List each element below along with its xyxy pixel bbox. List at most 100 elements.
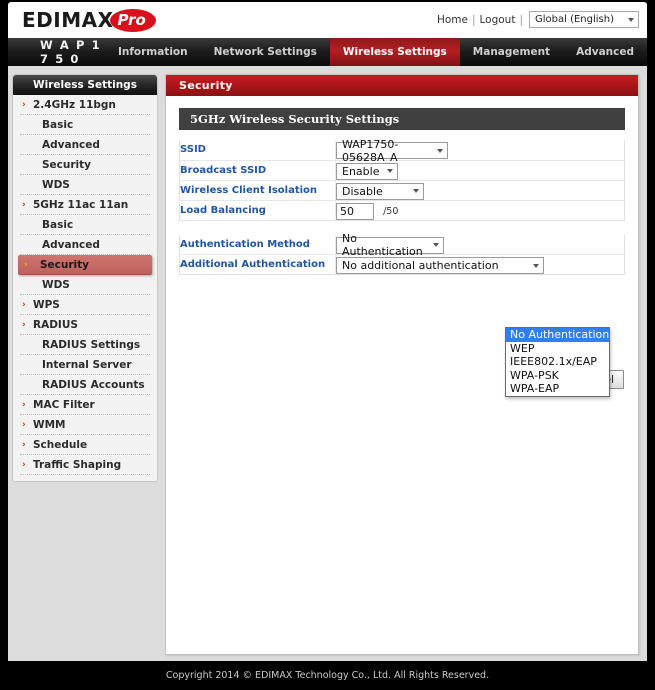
sidebar-item-label: 5GHz 11ac 11an	[33, 198, 129, 211]
logout-link[interactable]: Logout	[476, 14, 520, 26]
header-links: Home | Logout | Global (English)	[433, 11, 639, 28]
table-row: SSID WAP1750-05628A_A	[179, 138, 625, 164]
sidebar-item-label: RADIUS Accounts	[42, 378, 145, 391]
sidebar-item-label: Security	[40, 258, 90, 271]
sidebar-item-schedule[interactable]: › Schedule	[20, 435, 150, 455]
sidebar-item-24ghz-wds[interactable]: WDS	[20, 175, 150, 195]
sidebar-item-5ghz-11ac-11an[interactable]: › 5GHz 11ac 11an	[20, 195, 150, 215]
pro-badge-label: Pro	[117, 10, 146, 29]
home-link[interactable]: Home	[433, 14, 472, 26]
sidebar-item-wps[interactable]: › WPS	[20, 295, 150, 315]
chevron-down-icon	[628, 17, 634, 22]
app-window: EDIMAX Pro Home | Logout | Global (Engli…	[0, 0, 655, 690]
sidebar-item-traffic-shaping[interactable]: › Traffic Shaping	[20, 455, 150, 475]
additional-authentication-label: Additional Authentication	[179, 254, 336, 275]
sidebar-item-5ghz-wds[interactable]: WDS	[20, 275, 150, 295]
wireless-settings-table: SSID WAP1750-05628A_A Broadcast SSID Ena…	[179, 138, 625, 221]
wireless-client-isolation-select[interactable]: Disable	[336, 182, 424, 200]
broadcast-ssid-select-value: Enable	[342, 164, 380, 178]
sidebar-item-wmm[interactable]: › WMM	[20, 415, 150, 435]
language-select-value: Global (English)	[535, 14, 614, 25]
dropdown-option-wpa-psk[interactable]: WPA-PSK	[506, 369, 609, 383]
page-footer: Copyright 2014 © EDIMAX Technology Co., …	[0, 661, 655, 690]
link-separator-2: |	[519, 13, 523, 26]
chevron-down-icon	[413, 189, 419, 193]
logo-wordmark: EDIMAX	[22, 8, 114, 32]
pro-badge-icon: Pro	[109, 8, 156, 32]
dropdown-option-no-authentication[interactable]: No Authentication	[506, 328, 609, 342]
sidebar-item-internal-server[interactable]: Internal Server	[20, 355, 150, 375]
wireless-client-isolation-select-value: Disable	[342, 184, 383, 198]
sidebar-item-24ghz-basic[interactable]: Basic	[20, 115, 150, 135]
chevron-right-icon: ›	[22, 299, 26, 310]
ssid-label: SSID	[179, 140, 336, 160]
nav-tab-advanced[interactable]: Advanced	[563, 38, 647, 66]
sidebar-item-radius[interactable]: › RADIUS	[20, 315, 150, 335]
additional-authentication-select[interactable]: No additional authentication	[336, 257, 544, 274]
security-settings-panel: 5GHz Wireless Security Settings SSID WAP…	[179, 108, 625, 275]
ssid-select[interactable]: WAP1750-05628A_A	[336, 138, 448, 164]
sidebar-item-24ghz-11bgn[interactable]: › 2.4GHz 11bgn	[20, 95, 150, 115]
device-model-label: W A P 1 7 5 0	[40, 38, 102, 66]
sidebar: Wireless Settings › 2.4GHz 11bgn Basic A…	[12, 74, 158, 482]
authentication-method-select[interactable]: No Authentication	[336, 232, 444, 258]
sidebar-item-label: Basic	[42, 118, 74, 131]
sidebar-item-label: 2.4GHz 11bgn	[33, 98, 116, 111]
authentication-table: Authentication Method No Authentication …	[179, 232, 625, 275]
nav-tab-information[interactable]: Information	[105, 38, 201, 66]
sidebar-item-5ghz-basic[interactable]: Basic	[20, 215, 150, 235]
sidebar-item-label: Internal Server	[42, 358, 132, 371]
sidebar-title: Wireless Settings	[13, 75, 157, 95]
page-title: Security	[166, 75, 638, 96]
chevron-right-icon: ›	[22, 319, 26, 330]
sidebar-item-mac-filter[interactable]: › MAC Filter	[20, 395, 150, 415]
ssid-select-value: WAP1750-05628A_A	[342, 137, 399, 164]
additional-authentication-select-value: No additional authentication	[342, 259, 499, 272]
dropdown-option-ieee8021x-eap[interactable]: IEEE802.1x/EAP	[506, 355, 609, 369]
load-balancing-max: /50	[383, 205, 399, 217]
page-body: Wireless Settings › 2.4GHz 11bgn Basic A…	[8, 66, 647, 661]
table-row: Authentication Method No Authentication	[179, 232, 625, 258]
authentication-method-dropdown-list[interactable]: No Authentication WEP IEEE802.1x/EAP WPA…	[505, 327, 610, 397]
chevron-right-icon: ›	[22, 439, 26, 450]
nav-tab-wireless-settings[interactable]: Wireless Settings	[329, 38, 460, 66]
sidebar-item-5ghz-advanced[interactable]: Advanced	[20, 235, 150, 255]
edimax-pro-logo: EDIMAX Pro	[22, 8, 156, 32]
chevron-right-icon: ›	[22, 99, 26, 110]
authentication-method-label: Authentication Method	[179, 234, 336, 255]
chevron-right-icon: ›	[24, 259, 28, 270]
dropdown-option-wep[interactable]: WEP	[506, 342, 609, 356]
chevron-down-icon	[433, 243, 439, 248]
broadcast-ssid-select[interactable]: Enable	[336, 162, 398, 180]
sidebar-item-label: WDS	[42, 178, 70, 191]
table-row: Wireless Client Isolation Disable	[179, 180, 625, 200]
wireless-client-isolation-label: Wireless Client Isolation	[179, 180, 336, 200]
table-row: Load Balancing /50	[179, 200, 625, 220]
sidebar-item-label: MAC Filter	[33, 398, 95, 411]
load-balancing-input[interactable]	[336, 202, 374, 220]
sidebar-item-24ghz-security[interactable]: Security	[20, 155, 150, 175]
dropdown-option-wpa-eap[interactable]: WPA-EAP	[506, 382, 609, 396]
sidebar-item-label: WDS	[42, 278, 70, 291]
sidebar-item-label: Traffic Shaping	[33, 458, 122, 471]
sidebar-item-label: Advanced	[42, 238, 100, 251]
main-navigation: W A P 1 7 5 0 Information Network Settin…	[8, 38, 647, 66]
chevron-right-icon: ›	[22, 399, 26, 410]
page-header: EDIMAX Pro Home | Logout | Global (Engli…	[8, 2, 647, 38]
authentication-method-select-value: No Authentication	[342, 232, 423, 259]
sidebar-item-label: Basic	[42, 218, 74, 231]
load-balancing-label: Load Balancing	[179, 200, 336, 220]
language-select[interactable]: Global (English)	[529, 11, 639, 28]
sidebar-item-label: WPS	[33, 298, 60, 311]
chevron-down-icon	[437, 148, 443, 153]
sidebar-item-label: RADIUS	[33, 318, 78, 331]
sidebar-item-24ghz-advanced[interactable]: Advanced	[20, 135, 150, 155]
sidebar-item-5ghz-security[interactable]: › Security	[18, 255, 152, 275]
sidebar-item-label: Security	[42, 158, 92, 171]
sidebar-item-radius-settings[interactable]: RADIUS Settings	[20, 335, 150, 355]
nav-tab-network-settings[interactable]: Network Settings	[201, 38, 330, 66]
chevron-right-icon: ›	[22, 419, 26, 430]
nav-tab-management[interactable]: Management	[460, 38, 563, 66]
sidebar-item-radius-accounts[interactable]: RADIUS Accounts	[20, 375, 150, 395]
chevron-right-icon: ›	[22, 459, 26, 470]
